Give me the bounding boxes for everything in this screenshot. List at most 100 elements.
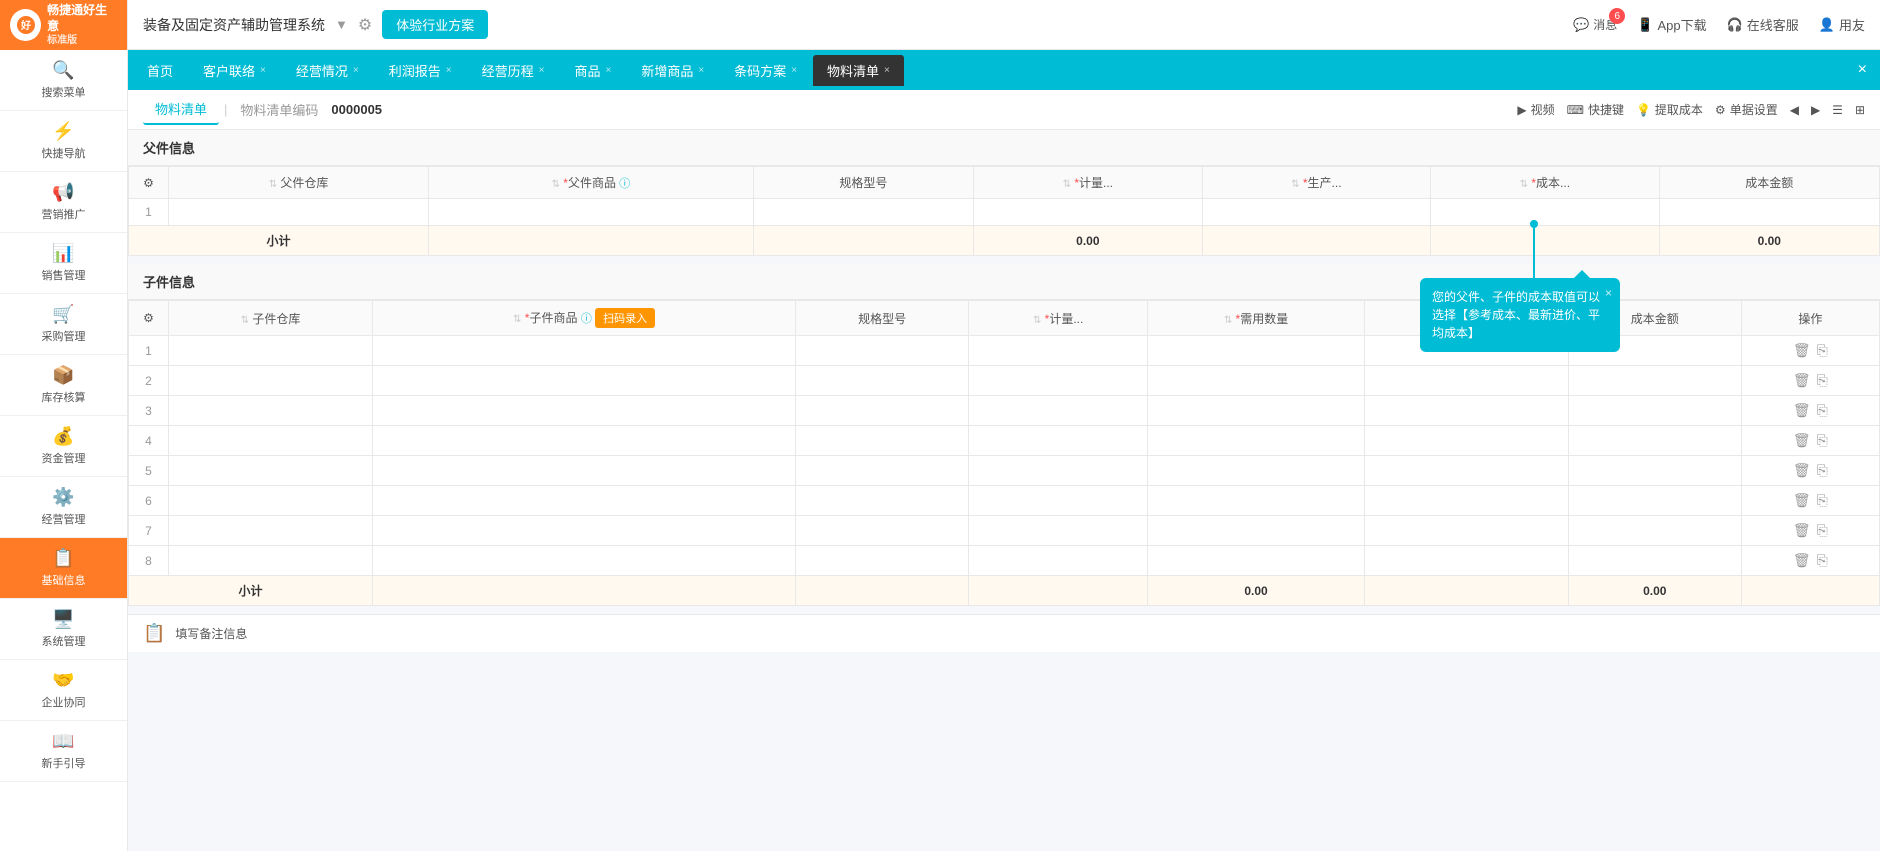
sidebar-item-sales[interactable]: 📊 销售管理 (0, 233, 127, 294)
tab-close-operations-status[interactable]: × (353, 65, 359, 76)
sub-tab-bom-list[interactable]: 物料清单 (143, 94, 219, 125)
scan-btn[interactable]: 扫码录入 (595, 308, 655, 328)
child-row[interactable]: 6 🗑⎘ (129, 486, 1880, 516)
parent-row-1[interactable]: 1 (129, 199, 1880, 226)
sidebar-item-basic-info[interactable]: 📋 基础信息 (0, 538, 127, 599)
child-th-warehouse: ⇅ 子件仓库 (169, 301, 373, 336)
tab-operations-status[interactable]: 经营情况 × (282, 55, 373, 86)
settings-icon[interactable]: ⚙ (358, 15, 372, 35)
tab-products[interactable]: 商品 × (560, 55, 625, 86)
tab-close-new-products[interactable]: × (698, 65, 704, 76)
basic-info-icon: 📋 (52, 548, 74, 569)
delete-row-1-icon[interactable]: 🗑 (1793, 342, 1811, 359)
trial-button[interactable]: 体验行业方案 (382, 10, 488, 39)
copy-row-4-icon[interactable]: ⎘ (1817, 432, 1828, 449)
parent-spec-1[interactable] (753, 199, 973, 226)
parent-th-setting[interactable]: ⚙ (129, 167, 169, 199)
system-title: 装备及固定资产辅助管理系统 (143, 15, 325, 35)
extract-cost-btn[interactable]: 💡 提取成本 (1636, 101, 1703, 118)
tab-close-barcode[interactable]: × (791, 65, 797, 76)
sidebar-item-quick-nav[interactable]: ⚡ 快捷导航 (0, 111, 127, 172)
single-settings-btn[interactable]: ⚙ 单据设置 (1715, 101, 1778, 118)
tab-bom-list[interactable]: 物料清单 × (813, 55, 904, 86)
app-download-button[interactable]: 📱 App下载 (1637, 15, 1706, 34)
tab-operations-history[interactable]: 经营历程 × (468, 55, 559, 86)
copy-row-1-icon[interactable]: ⎘ (1817, 342, 1828, 359)
tab-customer[interactable]: 客户联络 × (189, 55, 280, 86)
sub-tab-separator: | (224, 102, 227, 117)
sub-tab-actions: ▶ 视频 ⌨ 快捷键 💡 提取成本 ⚙ 单据设置 ◀ ▶ ☰ ⊞ (1517, 101, 1865, 118)
shortcut-btn[interactable]: ⌨ 快捷键 (1567, 101, 1624, 118)
copy-row-2-icon[interactable]: ⎘ (1817, 372, 1828, 389)
delete-row-6-icon[interactable]: 🗑 (1793, 492, 1811, 509)
sidebar-item-finance[interactable]: 💰 资金管理 (0, 416, 127, 477)
nav-left-btn[interactable]: ◀ (1790, 103, 1799, 117)
child-row[interactable]: 8 🗑⎘ (129, 546, 1880, 576)
sidebar-item-inventory[interactable]: 📦 库存核算 (0, 355, 127, 416)
bottom-bar-hint: 填写备注信息 (175, 625, 247, 642)
sidebar-item-enterprise[interactable]: 🤝 企业协同 (0, 660, 127, 721)
child-row[interactable]: 5 🗑⎘ (129, 456, 1880, 486)
sidebar-item-system[interactable]: 🖥️ 系统管理 (0, 599, 127, 660)
message-icon: 💬 (1573, 17, 1589, 33)
layout-list-btn[interactable]: ☰ (1832, 103, 1843, 117)
delete-row-3-icon[interactable]: 🗑 (1793, 402, 1811, 419)
child-row[interactable]: 4 🗑⎘ (129, 426, 1880, 456)
child-warehouse-1[interactable] (169, 336, 373, 366)
online-service-button[interactable]: 🎧 在线客服 (1727, 15, 1799, 34)
copy-row-7-icon[interactable]: ⎘ (1817, 522, 1828, 539)
tab-close-profit-report[interactable]: × (446, 65, 452, 76)
child-row[interactable]: 3 🗑⎘ (129, 396, 1880, 426)
child-qty-1[interactable] (1148, 336, 1365, 366)
child-th-setting[interactable]: ⚙ (129, 301, 169, 336)
tab-close-products[interactable]: × (605, 65, 611, 76)
parent-product-1[interactable] (429, 199, 754, 226)
delete-row-5-icon[interactable]: 🗑 (1793, 462, 1811, 479)
tab-close-bom-list[interactable]: × (884, 65, 890, 76)
tab-barcode[interactable]: 条码方案 × (720, 55, 811, 86)
tooltip-close-btn[interactable]: × (1605, 284, 1612, 302)
parent-production-1[interactable] (1202, 199, 1431, 226)
tab-profit-report[interactable]: 利润报告 × (375, 55, 466, 86)
parent-th-production: ⇅ *生产... (1202, 167, 1431, 199)
sidebar-item-guide[interactable]: 📖 新手引导 (0, 721, 127, 782)
parent-section-title: 父件信息 (128, 130, 1880, 166)
parent-unit-1[interactable] (974, 199, 1203, 226)
purchase-icon: 🛒 (52, 304, 74, 325)
copy-row-8-icon[interactable]: ⎘ (1817, 552, 1828, 569)
sidebar-item-operations[interactable]: ⚙️ 经营管理 (0, 477, 127, 538)
child-spec-1[interactable] (796, 336, 969, 366)
video-btn[interactable]: ▶ 视频 (1517, 101, 1554, 118)
delete-row-7-icon[interactable]: 🗑 (1793, 522, 1811, 539)
tab-home[interactable]: 首页 (133, 55, 187, 86)
bottom-bar-icon: 📋 (143, 623, 165, 644)
tab-close-operations-history[interactable]: × (539, 65, 545, 76)
child-row[interactable]: 2 🗑⎘ (129, 366, 1880, 396)
parent-warehouse-1[interactable] (169, 199, 429, 226)
delete-row-4-icon[interactable]: 🗑 (1793, 432, 1811, 449)
tab-close-customer[interactable]: × (260, 65, 266, 76)
close-all-tabs[interactable]: × (1850, 61, 1875, 79)
parent-cost-1[interactable] (1431, 199, 1660, 226)
child-product-1[interactable] (373, 336, 796, 366)
page-content: 父件信息 ⚙ ⇅ 父件仓库 ⇅ *父件商品 ⓘ (128, 130, 1880, 851)
nav-right-btn[interactable]: ▶ (1811, 103, 1820, 117)
copy-row-3-icon[interactable]: ⎘ (1817, 402, 1828, 419)
logo-text: 畅捷通好生意 标准版 (47, 3, 117, 47)
bom-code-value: 0000005 (331, 102, 382, 117)
sidebar-item-search[interactable]: 🔍 搜索菜单 (0, 50, 127, 111)
tab-new-products[interactable]: 新增商品 × (627, 55, 718, 86)
delete-row-8-icon[interactable]: 🗑 (1793, 552, 1811, 569)
copy-row-5-icon[interactable]: ⎘ (1817, 462, 1828, 479)
parent-subtotal-unit: 0.00 (974, 226, 1203, 256)
messages-button[interactable]: 💬 消息 6 (1573, 16, 1617, 33)
delete-row-2-icon[interactable]: 🗑 (1793, 372, 1811, 389)
child-row[interactable]: 7 🗑⎘ (129, 516, 1880, 546)
copy-row-6-icon[interactable]: ⎘ (1817, 492, 1828, 509)
sidebar-item-purchase[interactable]: 🛒 采购管理 (0, 294, 127, 355)
sidebar-item-marketing[interactable]: 📢 营销推广 (0, 172, 127, 233)
user-button[interactable]: 👤 用友 (1819, 15, 1865, 34)
layout-grid-btn[interactable]: ⊞ (1855, 103, 1865, 117)
product-info-icon: ⓘ (619, 178, 630, 190)
child-unit-1[interactable] (969, 336, 1148, 366)
